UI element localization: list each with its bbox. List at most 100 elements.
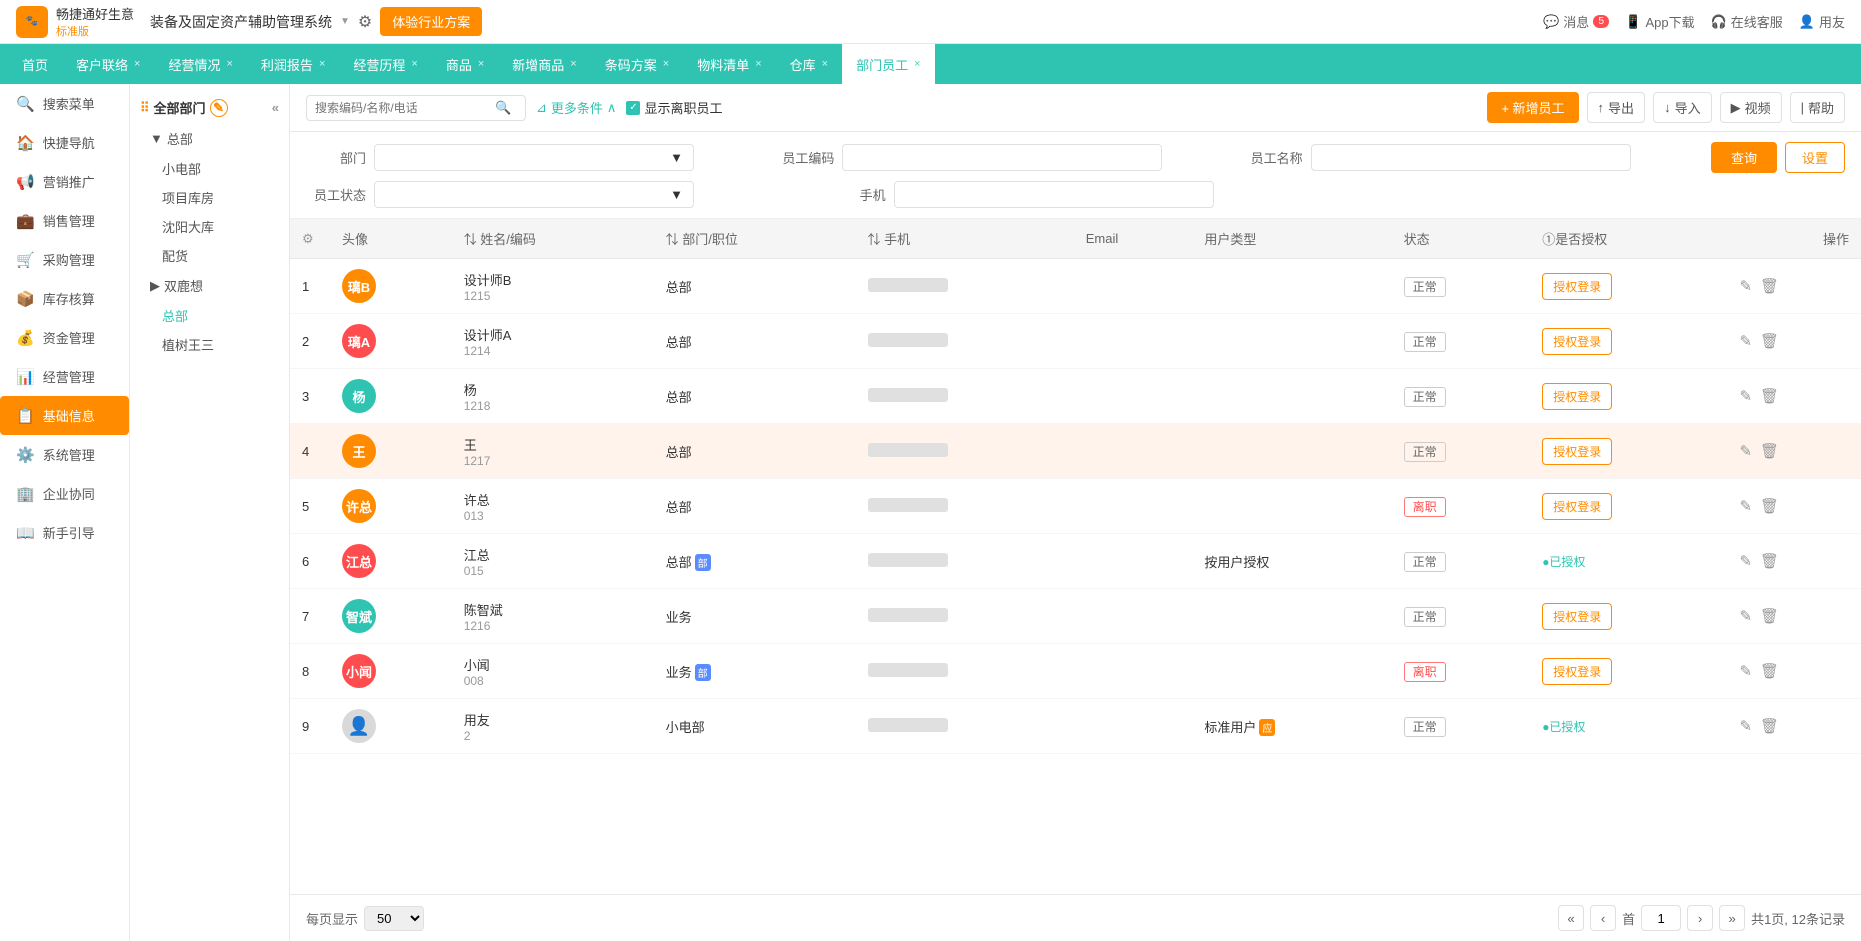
sidebar-item-search-menu[interactable]: 🔍搜索菜单	[0, 84, 129, 123]
cell-auth-4[interactable]: 授权登录	[1530, 424, 1727, 479]
sidebar-item-inventory[interactable]: 📦库存核算	[0, 279, 129, 318]
nav-tab-close-新增商品[interactable]: ×	[570, 58, 576, 70]
emp-status-select[interactable]: ▼	[374, 181, 694, 208]
page-number-input[interactable]	[1641, 905, 1681, 931]
nav-tab-close-经营历程[interactable]: ×	[411, 58, 417, 70]
nav-tab-close-客户联络[interactable]: ×	[134, 58, 140, 70]
sidebar-item-marketing[interactable]: 📢营销推广	[0, 162, 129, 201]
query-button[interactable]: 查询	[1711, 142, 1777, 173]
add-employee-button[interactable]: + 新增员工	[1487, 92, 1578, 123]
prev-page-btn[interactable]: ‹	[1590, 905, 1616, 931]
dept-item-shuanglu[interactable]: ▶ 双鹿想	[130, 270, 289, 301]
nav-tab-close-条码方案[interactable]: ×	[663, 58, 669, 70]
import-button[interactable]: ↓ 导入	[1653, 92, 1712, 123]
show-resigned-checkbox[interactable]: ✓	[626, 101, 640, 115]
filter-settings-button[interactable]: 设置	[1785, 142, 1845, 173]
dept-edit-icon[interactable]: ✎	[210, 99, 228, 117]
app-download-btn[interactable]: 📱 App下载	[1625, 12, 1694, 31]
user-btn[interactable]: 👤 用友	[1799, 12, 1845, 31]
show-resigned-wrap[interactable]: ✓ 显示离职员工	[626, 98, 722, 117]
nav-tab-部门员工[interactable]: 部门员工×	[842, 44, 934, 84]
export-button[interactable]: ↑ 导出	[1587, 92, 1646, 123]
nav-tab-close-部门员工[interactable]: ×	[914, 58, 920, 70]
dept-child-distribution[interactable]: 配货	[130, 241, 289, 270]
cell-auth-8[interactable]: 授权登录	[1530, 644, 1727, 699]
edit-icon-2[interactable]: ✎	[1739, 332, 1752, 350]
sidebar-item-guide[interactable]: 📖新手引导	[0, 513, 129, 552]
nav-tab-经营历程[interactable]: 经营历程×	[339, 44, 431, 84]
cell-auth-3[interactable]: 授权登录	[1530, 369, 1727, 424]
more-conditions-btn[interactable]: ⊿ 更多条件 ∧	[536, 98, 616, 117]
nav-tab-新增商品[interactable]: 新增商品×	[498, 44, 590, 84]
first-page-btn[interactable]: «	[1558, 905, 1584, 931]
messages-btn[interactable]: 💬 消息 5	[1543, 12, 1609, 31]
delete-icon-4[interactable]: 🗑	[1760, 442, 1779, 460]
last-page-btn[interactable]: »	[1719, 905, 1745, 931]
sidebar-item-basic-info[interactable]: 📋基础信息	[0, 396, 129, 435]
dept-child-xiaodian[interactable]: 小电部	[130, 154, 289, 183]
nav-tab-首页[interactable]: 首页	[8, 44, 62, 84]
settings-icon[interactable]: ⚙	[358, 12, 372, 32]
edit-icon-8[interactable]: ✎	[1739, 662, 1752, 680]
sidebar-item-finance[interactable]: 💰资金管理	[0, 318, 129, 357]
delete-icon-2[interactable]: 🗑	[1760, 332, 1779, 350]
nav-tab-客户联络[interactable]: 客户联络×	[62, 44, 154, 84]
authorize-btn-2[interactable]: 授权登录	[1542, 328, 1612, 355]
nav-tab-close-仓库[interactable]: ×	[822, 58, 828, 70]
dept-item-general[interactable]: ▼ 总部	[130, 123, 289, 154]
sidebar-item-enterprise[interactable]: 🏢企业协同	[0, 474, 129, 513]
nav-tab-商品[interactable]: 商品×	[432, 44, 498, 84]
edit-icon-6[interactable]: ✎	[1739, 552, 1752, 570]
emp-name-input[interactable]	[1311, 144, 1631, 171]
col-settings[interactable]: ⚙	[290, 219, 330, 259]
edit-icon-7[interactable]: ✎	[1739, 607, 1752, 625]
delete-icon-7[interactable]: 🗑	[1760, 607, 1779, 625]
dept-child-zongbu[interactable]: 总部	[130, 301, 289, 330]
dept-tree-collapse-btn[interactable]: «	[272, 100, 279, 115]
sidebar-item-system[interactable]: ⚙️系统管理	[0, 435, 129, 474]
edit-icon-1[interactable]: ✎	[1739, 277, 1752, 295]
authorize-btn-7[interactable]: 授权登录	[1542, 603, 1612, 630]
phone-input[interactable]	[894, 181, 1214, 208]
authorize-btn-1[interactable]: 授权登录	[1542, 273, 1612, 300]
search-input[interactable]	[315, 101, 495, 115]
delete-icon-5[interactable]: 🗑	[1760, 497, 1779, 515]
delete-icon-8[interactable]: 🗑	[1760, 662, 1779, 680]
emp-code-input[interactable]	[842, 144, 1162, 171]
dept-child-shenyang[interactable]: 沈阳大库	[130, 212, 289, 241]
dept-child-project[interactable]: 项目库房	[130, 183, 289, 212]
col-dept[interactable]: ⇅ 部门/职位	[654, 219, 856, 259]
nav-tab-close-经营情况[interactable]: ×	[226, 58, 232, 70]
edit-icon-3[interactable]: ✎	[1739, 387, 1752, 405]
edit-icon-5[interactable]: ✎	[1739, 497, 1752, 515]
authorize-btn-4[interactable]: 授权登录	[1542, 438, 1612, 465]
next-page-btn[interactable]: ›	[1687, 905, 1713, 931]
dept-child-zhishu[interactable]: 植树王三	[130, 330, 289, 359]
cell-auth-1[interactable]: 授权登录	[1530, 259, 1727, 314]
per-page-select[interactable]: 50 20 100	[364, 906, 424, 931]
edit-icon-4[interactable]: ✎	[1739, 442, 1752, 460]
col-phone[interactable]: ⇅ 手机	[856, 219, 1074, 259]
nav-tab-close-商品[interactable]: ×	[478, 58, 484, 70]
delete-icon-3[interactable]: 🗑	[1760, 387, 1779, 405]
sidebar-item-quick-nav[interactable]: 🏠快捷导航	[0, 123, 129, 162]
help-button[interactable]: | 帮助	[1790, 92, 1845, 123]
search-input-wrap[interactable]: 🔍	[306, 95, 526, 121]
authorize-btn-8[interactable]: 授权登录	[1542, 658, 1612, 685]
sidebar-item-sales[interactable]: 💼销售管理	[0, 201, 129, 240]
search-submit-icon[interactable]: 🔍	[495, 100, 511, 116]
dept-filter-select[interactable]: ▼	[374, 144, 694, 171]
system-dropdown-arrow[interactable]: ▼	[340, 16, 350, 27]
nav-tab-条码方案[interactable]: 条码方案×	[591, 44, 683, 84]
delete-icon-9[interactable]: 🗑	[1760, 717, 1779, 735]
authorize-btn-5[interactable]: 授权登录	[1542, 493, 1612, 520]
view-button[interactable]: ▶ 视频	[1720, 92, 1782, 123]
nav-tab-物料清单[interactable]: 物料清单×	[683, 44, 775, 84]
online-service-btn[interactable]: 🎧 在线客服	[1711, 12, 1783, 31]
authorize-btn-3[interactable]: 授权登录	[1542, 383, 1612, 410]
delete-icon-1[interactable]: 🗑	[1760, 277, 1779, 295]
cell-auth-5[interactable]: 授权登录	[1530, 479, 1727, 534]
nav-tab-经营情况[interactable]: 经营情况×	[154, 44, 246, 84]
delete-icon-6[interactable]: 🗑	[1760, 552, 1779, 570]
cell-auth-2[interactable]: 授权登录	[1530, 314, 1727, 369]
